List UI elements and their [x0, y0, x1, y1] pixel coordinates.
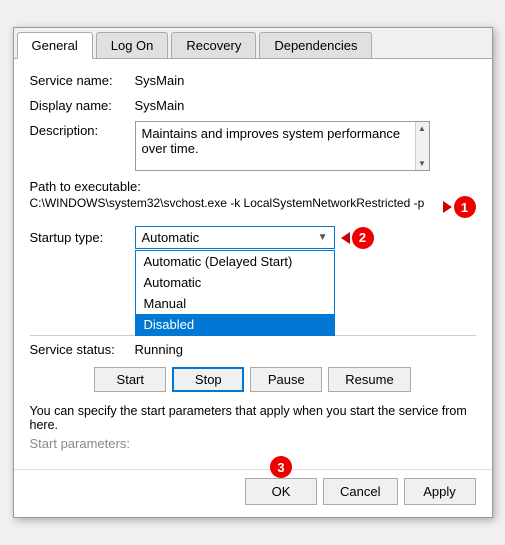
- dialog-footer: 3 OK Cancel Apply: [14, 469, 492, 517]
- apply-button[interactable]: Apply: [404, 478, 476, 505]
- startup-type-label: Startup type:: [30, 230, 135, 245]
- select-arrow-icon: ▼: [318, 232, 328, 243]
- startup-type-row: Startup type: Automatic ▼ 2: [30, 226, 476, 249]
- ok-btn-wrapper: 3 OK: [245, 478, 317, 505]
- dropdown-item-disabled[interactable]: Disabled: [136, 314, 334, 335]
- description-box-wrapper: Maintains and improves system performanc…: [135, 121, 430, 171]
- description-box[interactable]: Maintains and improves system performanc…: [135, 121, 430, 171]
- display-name-value: SysMain: [135, 96, 185, 113]
- tab-dependencies[interactable]: Dependencies: [259, 32, 372, 58]
- description-row: Description: Maintains and improves syst…: [30, 121, 476, 171]
- dropdown-item-manual[interactable]: Manual: [136, 293, 334, 314]
- service-name-label: Service name:: [30, 71, 135, 88]
- path-value: C:\WINDOWS\system32\svchost.exe -k Local…: [30, 196, 439, 210]
- service-status-label: Service status:: [30, 342, 135, 357]
- startup-type-select[interactable]: Automatic ▼: [135, 226, 335, 249]
- ok-button[interactable]: OK: [245, 478, 317, 505]
- badge-1-area: 1: [443, 196, 476, 218]
- badge-1: 1: [454, 196, 476, 218]
- tab-bar: General Log On Recovery Dependencies: [14, 28, 492, 59]
- arrow-to-badge-2: [341, 232, 350, 244]
- path-row-wrapper: C:\WINDOWS\system32\svchost.exe -k Local…: [30, 196, 476, 218]
- scroll-up-arrow[interactable]: ▲: [418, 122, 426, 135]
- dropdown-item-auto[interactable]: Automatic: [136, 272, 334, 293]
- display-name-row: Display name: SysMain: [30, 96, 476, 113]
- start-params-section: Start parameters:: [30, 436, 476, 451]
- resume-button[interactable]: Resume: [328, 367, 410, 392]
- description-label: Description:: [30, 121, 135, 138]
- path-section: Path to executable: C:\WINDOWS\system32\…: [30, 179, 476, 218]
- note-text: You can specify the start parameters tha…: [30, 404, 476, 432]
- badge-2-area: 2: [341, 227, 374, 249]
- description-scrollbar[interactable]: ▲ ▼: [415, 122, 429, 170]
- service-status-row: Service status: Running: [30, 342, 476, 357]
- start-button[interactable]: Start: [94, 367, 166, 392]
- description-text: Maintains and improves system performanc…: [142, 126, 401, 156]
- tab-logon[interactable]: Log On: [96, 32, 169, 58]
- service-name-row: Service name: SysMain: [30, 71, 476, 88]
- service-action-buttons: Start Stop Pause Resume: [30, 367, 476, 392]
- badge-3: 3: [270, 456, 292, 478]
- pause-button[interactable]: Pause: [250, 367, 322, 392]
- start-params-label: Start parameters:: [30, 436, 476, 451]
- display-name-label: Display name:: [30, 96, 135, 113]
- stop-button[interactable]: Stop: [172, 367, 244, 392]
- scroll-down-arrow[interactable]: ▼: [418, 157, 426, 170]
- tab-general[interactable]: General: [17, 32, 93, 59]
- dialog-content: Service name: SysMain Display name: SysM…: [14, 59, 492, 469]
- service-name-value: SysMain: [135, 71, 185, 88]
- tab-recovery[interactable]: Recovery: [171, 32, 256, 58]
- startup-type-dropdown: Automatic (Delayed Start) Automatic Manu…: [135, 250, 335, 336]
- service-status-value: Running: [135, 342, 183, 357]
- startup-type-selected: Automatic: [142, 230, 200, 245]
- path-label: Path to executable:: [30, 179, 476, 194]
- dropdown-item-auto-delayed[interactable]: Automatic (Delayed Start): [136, 251, 334, 272]
- arrow-to-badge-1: [443, 201, 452, 213]
- badge-2: 2: [352, 227, 374, 249]
- service-properties-dialog: General Log On Recovery Dependencies Ser…: [13, 27, 493, 518]
- cancel-button[interactable]: Cancel: [323, 478, 397, 505]
